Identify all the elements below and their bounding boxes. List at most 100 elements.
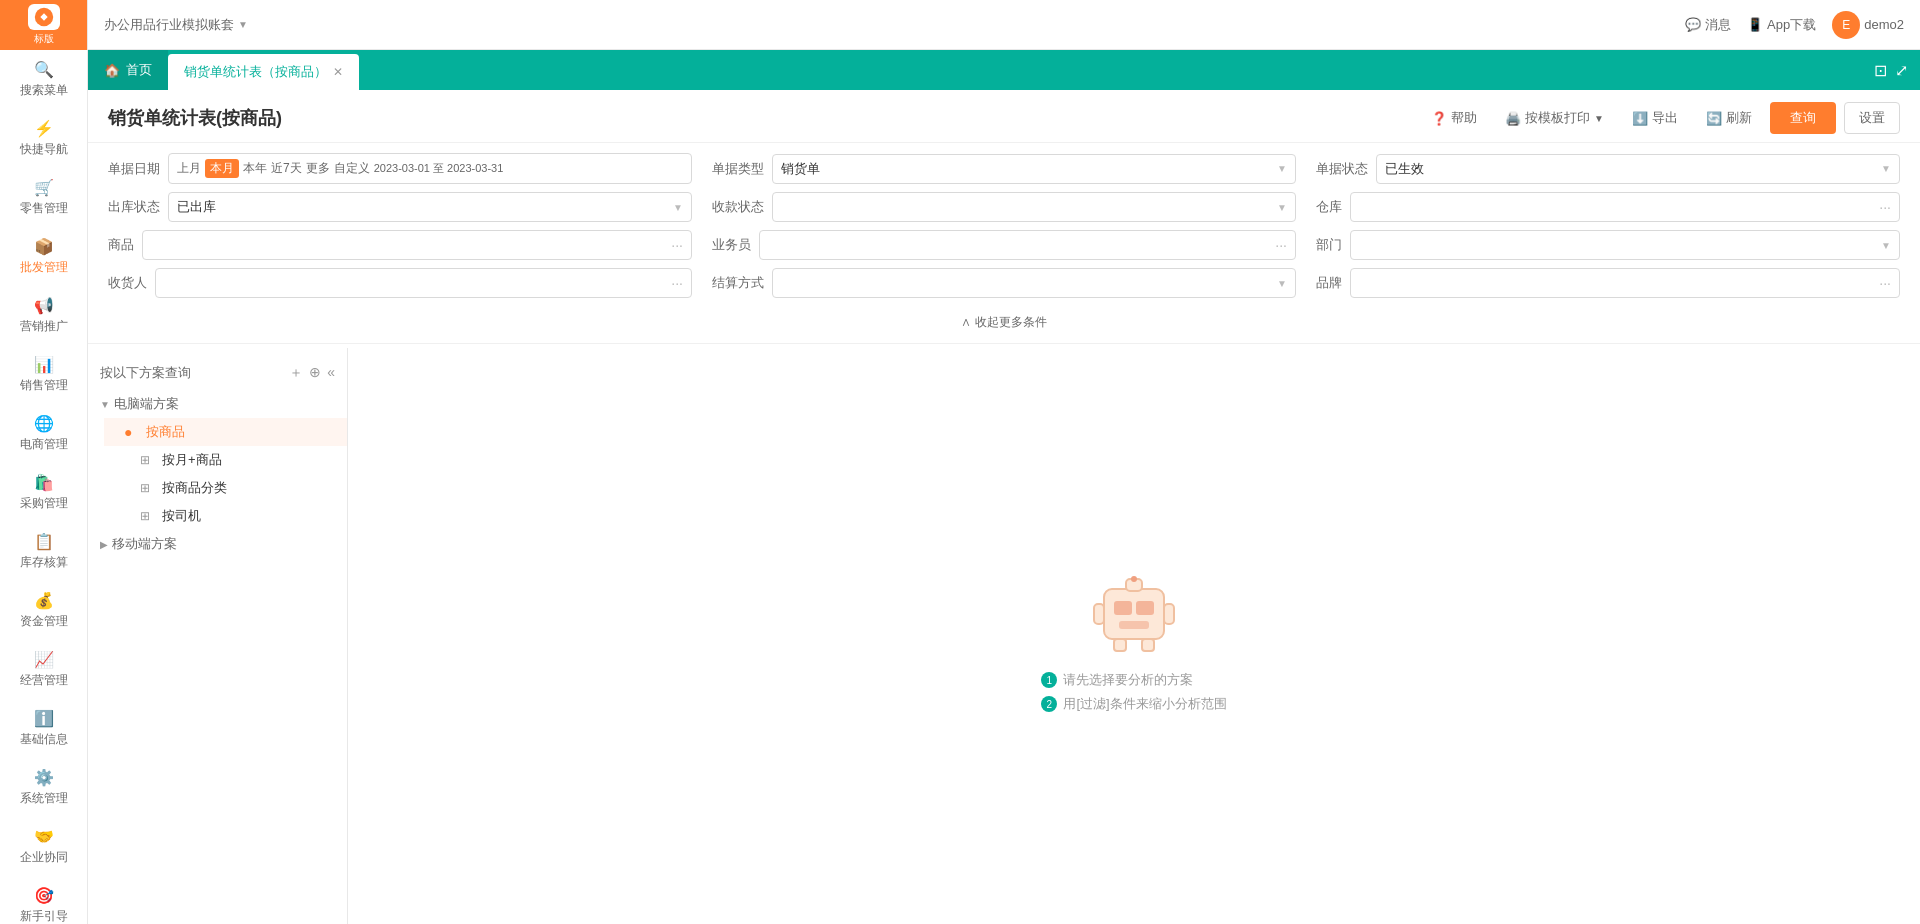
sidebar-item-wholesale[interactable]: 📦 批发管理 — [0, 227, 87, 286]
tab-maximize-icon[interactable]: ⤢ — [1895, 61, 1908, 80]
query-button[interactable]: 查询 — [1770, 102, 1836, 134]
warehouse-value[interactable]: ··· — [1350, 192, 1900, 222]
industry-selector[interactable]: 办公用品行业模拟账套 ▼ — [104, 16, 248, 34]
tabbar: 🏠 首页 销货单统计表（按商品） ✕ ⊡ ⤢ — [88, 50, 1920, 90]
sidebar-item-system[interactable]: ⚙️ 系统管理 — [0, 758, 87, 817]
sidebar-item-guide[interactable]: 🎯 新手引导 — [0, 876, 87, 924]
sidebar-item-purchase[interactable]: 🛍️ 采购管理 — [0, 463, 87, 522]
page-header: 销货单统计表(按商品) ❓ 帮助 🖨️ 按模板打印 ▼ ⬇️ 导出 🔄 刷新 — [88, 90, 1920, 143]
print-icon: 🖨️ — [1505, 111, 1521, 126]
right-content: 1 请先选择要分析的方案 2 用[过滤]条件来缩小分析范围 — [348, 348, 1920, 924]
sidebar-item-enterprise[interactable]: 🤝 企业协同 — [0, 817, 87, 876]
sidebar-item-finance[interactable]: 💰 资金管理 — [0, 581, 87, 640]
logo-area: 标版 — [0, 0, 87, 50]
dept-value[interactable]: ▼ — [1350, 230, 1900, 260]
doc-status-value[interactable]: 已生效 ▼ — [1376, 154, 1900, 184]
product-value[interactable]: ··· — [142, 230, 692, 260]
filter-doc-status: 单据状态 已生效 ▼ — [1316, 154, 1900, 184]
date-tab-this-month[interactable]: 本月 — [205, 159, 239, 178]
left-panel-header: 按以下方案查询 ＋ ⊕ « — [88, 356, 347, 390]
sidebar-item-marketing[interactable]: 📢 营销推广 — [0, 286, 87, 345]
filter-product: 商品 ··· — [108, 230, 692, 260]
collapse-panel-icon[interactable]: « — [327, 364, 335, 382]
refresh-icon: 🔄 — [1706, 111, 1722, 126]
salesman-label: 业务员 — [712, 236, 751, 254]
filter-doc-type: 单据类型 销货单 ▼ — [712, 154, 1296, 184]
settle-label: 结算方式 — [712, 274, 764, 292]
topbar-right: 💬 消息 📱 App下载 E demo2 — [1685, 11, 1904, 39]
operations-icon: 📈 — [34, 650, 54, 669]
brand-more-icon[interactable]: ··· — [1879, 275, 1891, 291]
date-tab-last-month[interactable]: 上月 — [177, 160, 201, 177]
copy-plan-icon[interactable]: ⊕ — [309, 364, 321, 382]
filters-area: 单据日期 上月 本月 本年 近7天 更多 自定义 2023-03-01 至 20… — [88, 143, 1920, 339]
ecommerce-icon: 🌐 — [34, 414, 54, 433]
brand-value[interactable]: ··· — [1350, 268, 1900, 298]
sidebar-item-retail[interactable]: 🛒 零售管理 — [0, 168, 87, 227]
settle-value[interactable]: ▼ — [772, 268, 1296, 298]
salesman-more-icon[interactable]: ··· — [1275, 237, 1287, 253]
collapse-button[interactable]: ∧ 收起更多条件 — [961, 314, 1046, 331]
doc-status-label: 单据状态 — [1316, 160, 1368, 178]
svg-rect-7 — [1094, 604, 1104, 624]
receiver-more-icon[interactable]: ··· — [671, 275, 683, 291]
settle-dropdown-icon: ▼ — [1277, 278, 1287, 289]
tree-node-by-product[interactable]: ● 按商品 — [104, 418, 347, 446]
export-icon: ⬇️ — [1632, 111, 1648, 126]
help-icon: ❓ — [1431, 111, 1447, 126]
stock-out-value[interactable]: 已出库 ▼ — [168, 192, 692, 222]
date-filter-value[interactable]: 上月 本月 本年 近7天 更多 自定义 2023-03-01 至 2023-03… — [168, 153, 692, 184]
filter-row-2: 出库状态 已出库 ▼ 收款状态 ▼ 仓库 — [108, 192, 1900, 222]
grid-icon-1: ⊞ — [140, 453, 156, 467]
warehouse-more-icon[interactable]: ··· — [1879, 199, 1891, 215]
tree-section-pc-header[interactable]: ▼ 电脑端方案 — [88, 390, 347, 418]
filter-payment: 收款状态 ▼ — [712, 192, 1296, 222]
sidebar-item-sales[interactable]: 📊 销售管理 — [0, 345, 87, 404]
empty-state: 1 请先选择要分析的方案 2 用[过滤]条件来缩小分析范围 — [1041, 559, 1226, 713]
date-tab-7days[interactable]: 近7天 — [271, 160, 302, 177]
sidebar-item-ecommerce[interactable]: 🌐 电商管理 — [0, 404, 87, 463]
tab-minimize-icon[interactable]: ⊡ — [1874, 61, 1887, 80]
date-label: 单据日期 — [108, 160, 160, 178]
tab-home[interactable]: 🏠 首页 — [88, 50, 168, 90]
sidebar-item-search[interactable]: 🔍 搜索菜单 — [0, 50, 87, 109]
empty-illustration — [1084, 559, 1184, 659]
tree-section-arrow: ▼ — [100, 399, 110, 410]
refresh-button[interactable]: 🔄 刷新 — [1696, 105, 1762, 131]
user-profile[interactable]: E demo2 — [1832, 11, 1904, 39]
payment-label: 收款状态 — [712, 198, 764, 216]
tree-section-mobile-header[interactable]: ▶ 移动端方案 — [88, 530, 347, 558]
dept-label: 部门 — [1316, 236, 1342, 254]
sidebar-item-quicknav[interactable]: ⚡ 快捷导航 — [0, 109, 87, 168]
app-download-btn[interactable]: 📱 App下载 — [1747, 16, 1816, 34]
basic-icon: ℹ️ — [34, 709, 54, 728]
date-tab-custom[interactable]: 自定义 — [334, 160, 370, 177]
template-print-button[interactable]: 🖨️ 按模板打印 ▼ — [1495, 105, 1614, 131]
tree-node-by-customer[interactable]: ⊞ 按司机 — [120, 502, 347, 530]
settings-button[interactable]: 设置 — [1844, 102, 1900, 134]
date-tab-more[interactable]: 更多 — [306, 160, 330, 177]
svg-rect-3 — [1136, 601, 1154, 615]
sidebar-item-operations[interactable]: 📈 经营管理 — [0, 640, 87, 699]
search-icon: 🔍 — [34, 60, 54, 79]
tree-node-by-month-product[interactable]: ⊞ 按月+商品 — [120, 446, 347, 474]
date-tab-this-year[interactable]: 本年 — [243, 160, 267, 177]
tab-close-icon[interactable]: ✕ — [333, 65, 343, 79]
sidebar-item-basic[interactable]: ℹ️ 基础信息 — [0, 699, 87, 758]
doc-type-value[interactable]: 销货单 ▼ — [772, 154, 1296, 184]
quicknav-icon: ⚡ — [34, 119, 54, 138]
add-plan-icon[interactable]: ＋ — [289, 364, 303, 382]
product-more-icon[interactable]: ··· — [671, 237, 683, 253]
help-button[interactable]: ❓ 帮助 — [1421, 105, 1487, 131]
salesman-value[interactable]: ··· — [759, 230, 1296, 260]
export-button[interactable]: ⬇️ 导出 — [1622, 105, 1688, 131]
payment-value[interactable]: ▼ — [772, 192, 1296, 222]
grid-icon-2: ⊞ — [140, 481, 156, 495]
industry-label: 办公用品行业模拟账套 — [104, 16, 234, 34]
messages-btn[interactable]: 💬 消息 — [1685, 16, 1731, 34]
tree-node-by-category[interactable]: ⊞ 按商品分类 — [120, 474, 347, 502]
left-panel-title: 按以下方案查询 — [100, 364, 191, 382]
receiver-value[interactable]: ··· — [155, 268, 692, 298]
sidebar-item-inventory[interactable]: 📋 库存核算 — [0, 522, 87, 581]
tab-sales-stat[interactable]: 销货单统计表（按商品） ✕ — [168, 54, 359, 90]
